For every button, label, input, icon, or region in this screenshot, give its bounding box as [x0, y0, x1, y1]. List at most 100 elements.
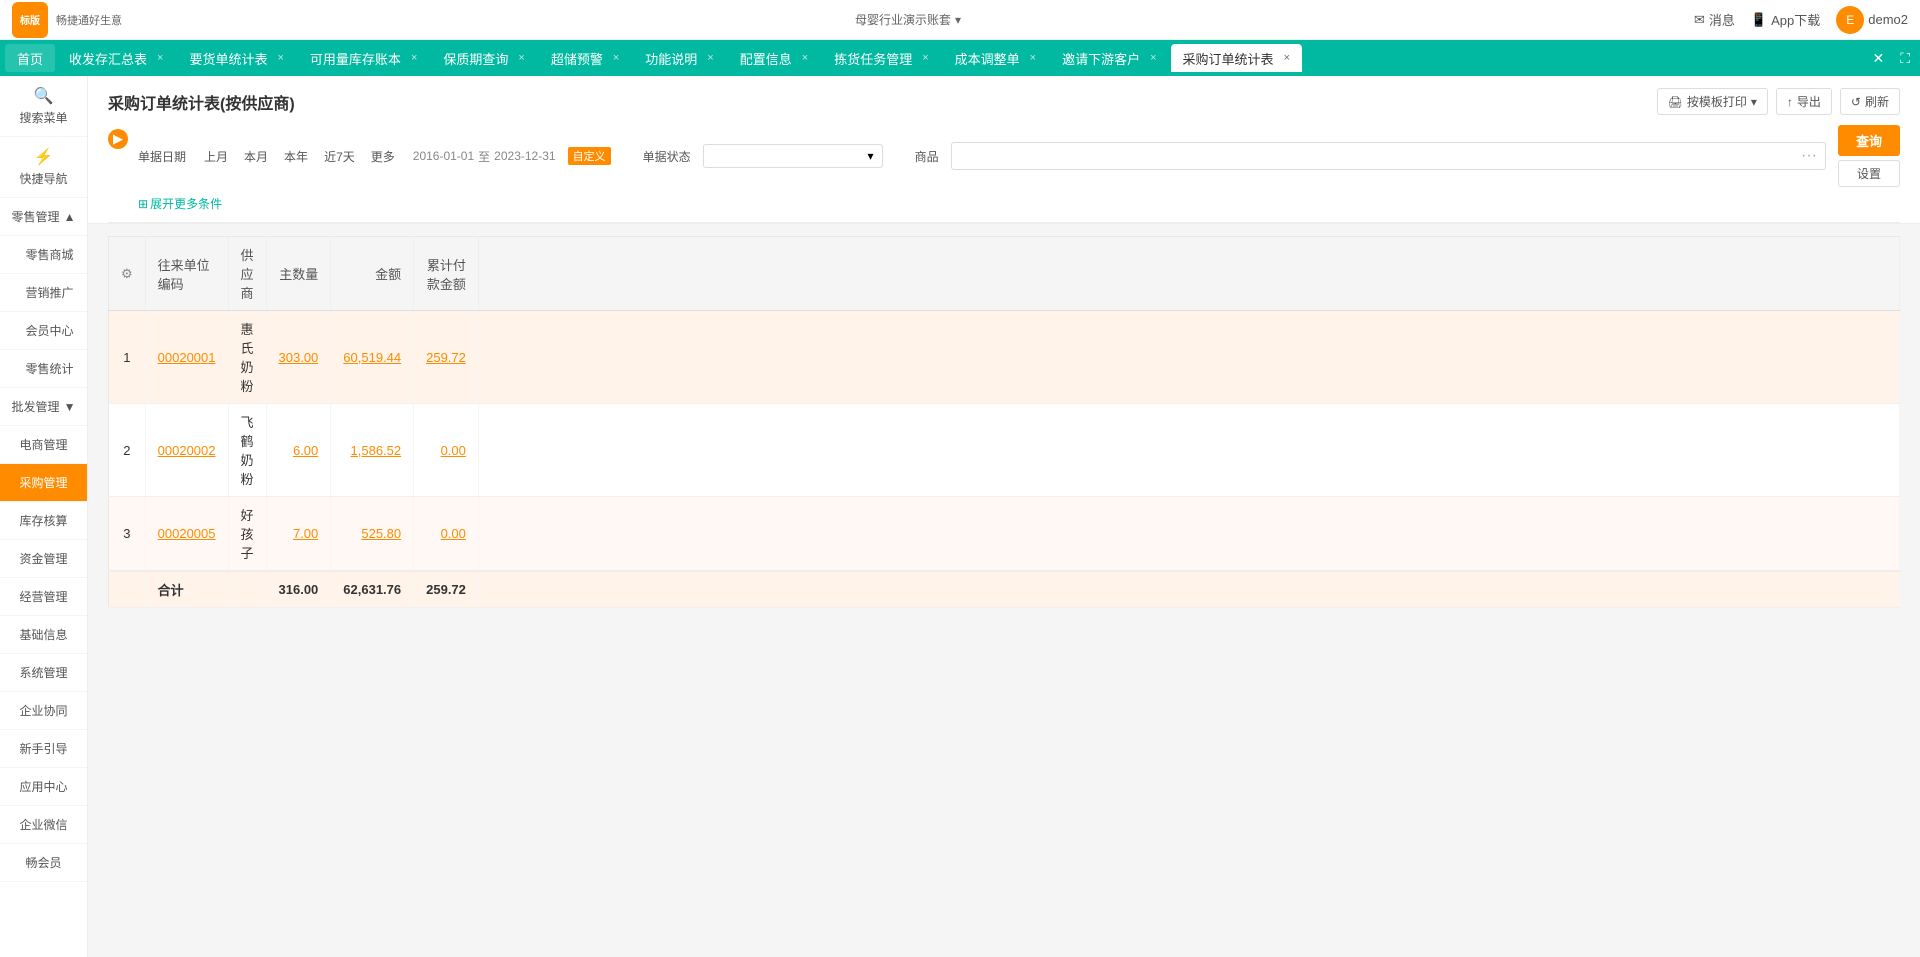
user-menu[interactable]: E demo2 [1836, 6, 1908, 34]
tab-shoufacun-close[interactable]: × [157, 52, 163, 64]
tab-chengben-close[interactable]: × [1030, 52, 1036, 64]
paid-link[interactable]: 0.00 [441, 526, 466, 541]
tab-yaohuo-label: 要货单统计表 [189, 49, 267, 68]
nav-close-btn[interactable]: ✕ [1866, 48, 1890, 69]
amt-link[interactable]: 525.80 [361, 526, 401, 541]
page-title-row: 采购订单统计表(按供应商) 🖨 按模板打印 ▾ ↑ 导出 ↺ 刷新 [108, 88, 1900, 115]
tab-kuyong[interactable]: 可用量库存账本 × [298, 44, 429, 72]
sidebar-item-nav[interactable]: ⚡ 快捷导航 [0, 137, 87, 198]
tab-home[interactable]: 首页 [5, 44, 55, 72]
footer-paid: 259.72 [414, 571, 479, 608]
sidebar-item-operations[interactable]: 经营管理 [0, 578, 87, 616]
sidebar-item-search[interactable]: 🔍 搜索菜单 [0, 76, 87, 137]
status-select[interactable]: ▾ [703, 144, 883, 168]
sidebar-item-enterprise[interactable]: 企业协同 [0, 692, 87, 730]
paid-link[interactable]: 259.72 [426, 350, 466, 365]
tab-baozhiqi[interactable]: 保质期查询 × [431, 44, 536, 72]
tab-kuyong-label: 可用量库存账本 [310, 49, 401, 68]
collapse-btn[interactable]: ▶ [108, 129, 128, 149]
tab-peizhi-close[interactable]: × [802, 52, 808, 64]
message-btn[interactable]: ✉ 消息 [1694, 10, 1735, 29]
refresh-label: 刷新 [1865, 93, 1889, 110]
settings-btn[interactable]: 设置 [1838, 160, 1900, 187]
query-btn[interactable]: 查询 [1838, 125, 1900, 156]
tab-caigou-close[interactable]: × [1284, 52, 1290, 64]
sidebar-item-wechat[interactable]: 企业微信 [0, 806, 87, 844]
sidebar-item-newbie[interactable]: 新手引导 [0, 730, 87, 768]
tab-yaohuo-close[interactable]: × [277, 52, 283, 64]
tab-jianhuo[interactable]: 拣货任务管理 × [822, 44, 940, 72]
sidebar-item-member[interactable]: 会员中心 [0, 312, 87, 350]
workspace-selector[interactable]: 母婴行业演示账套 ▾ [855, 11, 961, 28]
logo-area: 标版 畅捷通好生意 [12, 2, 122, 38]
nav-expand-btn[interactable]: ⛶ [1894, 48, 1916, 69]
shortcut-7days[interactable]: 近7天 [318, 146, 361, 167]
sidebar-item-retailstat[interactable]: 零售统计 [0, 350, 87, 388]
date-range: 2016-01-01 至 2023-12-31 [413, 148, 556, 165]
sidebar-item-basicinfo[interactable]: 基础信息 [0, 616, 87, 654]
tab-chaochuyujing[interactable]: 超储预警 × [539, 44, 631, 72]
sidebar-item-appcenter[interactable]: 应用中心 [0, 768, 87, 806]
appcenter-label: 应用中心 [19, 778, 67, 795]
footer-amount: 62,631.76 [331, 571, 414, 608]
th-quantity: 主数量 [266, 237, 331, 311]
row-amount: 1,586.52 [331, 404, 414, 497]
expand-conditions-btn[interactable]: ⊞ 展开更多条件 [138, 195, 1900, 212]
row-extra [478, 311, 1899, 404]
tab-gongneng[interactable]: 功能说明 × [633, 44, 725, 72]
tab-peizhi[interactable]: 配置信息 × [728, 44, 820, 72]
code-link[interactable]: 00020002 [158, 443, 216, 458]
amt-link[interactable]: 60,519.44 [343, 350, 401, 365]
tab-kuyong-close[interactable]: × [411, 52, 417, 64]
sidebar-item-system[interactable]: 系统管理 [0, 654, 87, 692]
row-supplier: 惠氏奶粉 [228, 311, 266, 404]
tab-shoufacun[interactable]: 收发存汇总表 × [57, 44, 175, 72]
tab-home-label: 首页 [17, 49, 43, 68]
tab-yaoqing[interactable]: 邀请下游客户 × [1050, 44, 1168, 72]
sidebar-item-finance[interactable]: 资金管理 [0, 540, 87, 578]
template-print-btn[interactable]: 🖨 按模板打印 ▾ [1657, 88, 1768, 115]
row-num: 3 [109, 497, 146, 572]
shortcut-thisyear[interactable]: 本年 [278, 146, 314, 167]
refresh-btn[interactable]: ↺ 刷新 [1840, 88, 1900, 115]
qty-link[interactable]: 303.00 [279, 350, 319, 365]
sidebar-item-wholesale[interactable]: 批发管理 ▼ [0, 388, 87, 426]
code-link[interactable]: 00020005 [158, 526, 216, 541]
sidebar-item-ecommerce[interactable]: 电商管理 [0, 426, 87, 464]
export-label: 导出 [1797, 93, 1821, 110]
table-settings-icon[interactable]: ⚙ [121, 266, 133, 281]
sidebar-item-inventory[interactable]: 库存核算 [0, 502, 87, 540]
app-download-btn[interactable]: 📱 App下载 [1751, 10, 1820, 29]
goods-dots[interactable]: ··· [1801, 147, 1817, 165]
th-amount: 金额 [331, 237, 414, 311]
tab-jianhuo-close[interactable]: × [922, 52, 928, 64]
goods-input[interactable]: ··· [951, 142, 1826, 170]
tab-caigou-active[interactable]: 采购订单统计表 × [1171, 44, 1302, 72]
tab-gongneng-close[interactable]: × [707, 52, 713, 64]
export-btn[interactable]: ↑ 导出 [1776, 88, 1832, 115]
shortcut-thismonth[interactable]: 本月 [238, 146, 274, 167]
sidebar-item-retail[interactable]: 零售管理 ▲ [0, 198, 87, 236]
tab-yaoqing-close[interactable]: × [1150, 52, 1156, 64]
footer-extra [478, 571, 1899, 608]
footer-empty1 [109, 571, 146, 608]
qty-link[interactable]: 6.00 [293, 443, 318, 458]
tab-baozhiqi-close[interactable]: × [518, 52, 524, 64]
tab-yaohuo[interactable]: 要货单统计表 × [177, 44, 295, 72]
row-paid: 0.00 [414, 497, 479, 572]
shortcut-more[interactable]: 更多 [365, 146, 401, 167]
sidebar-item-membership[interactable]: 畅会员 [0, 844, 87, 882]
th-code: 往来单位编码 [145, 237, 228, 311]
amt-link[interactable]: 1,586.52 [351, 443, 402, 458]
code-link[interactable]: 00020001 [158, 350, 216, 365]
sidebar-item-marketing[interactable]: 营销推广 [0, 274, 87, 312]
paid-link[interactable]: 0.00 [441, 443, 466, 458]
tab-chengben[interactable]: 成本调整单 × [943, 44, 1048, 72]
shortcut-lastmonth[interactable]: 上月 [198, 146, 234, 167]
th-paid: 累计付款金额 [414, 237, 479, 311]
th-settings[interactable]: ⚙ [109, 237, 146, 311]
tab-chaochuyujing-close[interactable]: × [613, 52, 619, 64]
sidebar-item-retailshop[interactable]: 零售商城 [0, 236, 87, 274]
qty-link[interactable]: 7.00 [293, 526, 318, 541]
sidebar-item-purchase[interactable]: 采购管理 [0, 464, 87, 502]
